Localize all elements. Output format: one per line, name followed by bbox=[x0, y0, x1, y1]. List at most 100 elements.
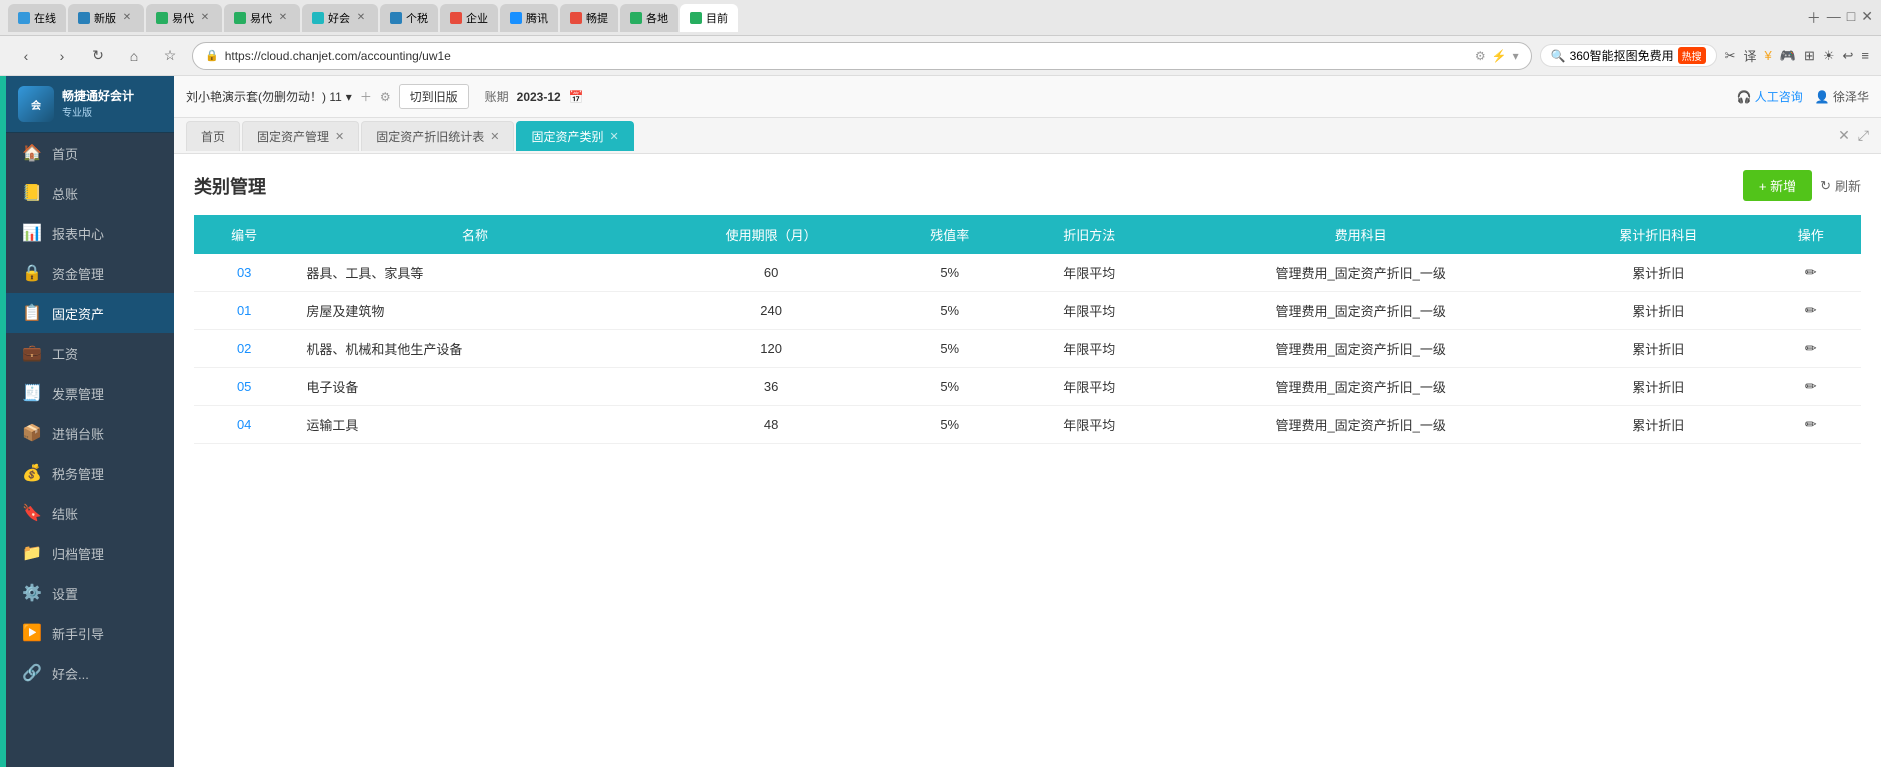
user-info[interactable]: 刘小艳演示套(勿删勿动！) 11 ▾ bbox=[186, 88, 352, 105]
row-expense: 管理费用_固定资产折旧_一级 bbox=[1166, 292, 1556, 330]
sidebar-item-fixed-assets[interactable]: 📋 固定资产 bbox=[6, 293, 174, 333]
user-avatar[interactable]: 👤 徐泽华 bbox=[1815, 88, 1869, 105]
tab-close-icon[interactable]: ✕ bbox=[120, 11, 134, 25]
tab-label: 易代 bbox=[172, 10, 194, 26]
refresh-button[interactable]: ↻ 刷新 bbox=[1820, 176, 1861, 195]
page-tab-固定资产管理[interactable]: 固定资产管理✕ bbox=[242, 121, 359, 151]
row-accum: 累计折旧 bbox=[1556, 292, 1761, 330]
browser-tab-目前[interactable]: 目前 bbox=[680, 4, 738, 32]
logo-name: 畅捷通好会计 bbox=[62, 89, 134, 105]
browser-tab-各地[interactable]: 各地 bbox=[620, 4, 678, 32]
reload-btn[interactable]: ↻ bbox=[84, 42, 112, 70]
close-btn[interactable]: ✕ bbox=[1861, 8, 1873, 28]
sidebar-item-home[interactable]: 🏠 首页 bbox=[6, 133, 174, 173]
sidebar-item-report[interactable]: 📊 报表中心 bbox=[6, 213, 174, 253]
row-months: 240 bbox=[656, 292, 887, 330]
topbar-right: 🎧 人工咨询 👤 徐泽华 bbox=[1737, 88, 1869, 105]
funds-icon: 🔒 bbox=[22, 263, 42, 283]
browser-tab-企业[interactable]: 企业 bbox=[440, 4, 498, 32]
scissors-icon[interactable]: ✂ bbox=[1725, 48, 1736, 64]
add-button[interactable]: + 新增 bbox=[1743, 170, 1812, 201]
page-tab-close-icon[interactable]: ✕ bbox=[610, 130, 619, 143]
tab-label: 企业 bbox=[466, 10, 488, 26]
add-account-btn[interactable]: ＋ bbox=[360, 88, 372, 105]
sidebar-item-inventory[interactable]: 📦 进销台账 bbox=[6, 413, 174, 453]
tax-icon: 💰 bbox=[22, 463, 42, 483]
row-accum: 累计折旧 bbox=[1556, 406, 1761, 444]
sidebar-label-inventory: 进销台账 bbox=[52, 424, 104, 443]
tab-label: 新版 bbox=[94, 10, 116, 26]
back-btn[interactable]: ‹ bbox=[12, 42, 40, 70]
edit-btn[interactable]: ✏ bbox=[1761, 292, 1861, 330]
wallet-icon[interactable]: ¥ bbox=[1765, 48, 1772, 63]
row-id: 04 bbox=[194, 406, 294, 444]
address-bar[interactable]: 🔒 https://cloud.chanjet.com/accounting/u… bbox=[192, 42, 1532, 70]
sidebar-item-salary[interactable]: 💼 工资 bbox=[6, 333, 174, 373]
sidebar-label-report: 报表中心 bbox=[52, 224, 104, 243]
browser-tab-畅提[interactable]: 畅提 bbox=[560, 4, 618, 32]
game-icon[interactable]: 🎮 bbox=[1780, 48, 1796, 64]
page-tab-close-icon[interactable]: ✕ bbox=[335, 130, 344, 143]
forward-btn[interactable]: › bbox=[48, 42, 76, 70]
switch-version-btn[interactable]: 切到旧版 bbox=[399, 84, 469, 109]
tab-close-icon[interactable]: ✕ bbox=[198, 11, 212, 25]
browser-tab-易代[interactable]: 易代 ✕ bbox=[146, 4, 222, 32]
tab-label: 在线 bbox=[34, 10, 56, 26]
tab-label: 各地 bbox=[646, 10, 668, 26]
translate-icon[interactable]: 译 bbox=[1744, 46, 1757, 65]
sidebar-item-more[interactable]: 🔗 好会... bbox=[6, 653, 174, 693]
sidebar: 会 畅捷通好会计 专业版 🏠 首页📒 总账📊 报表中心🔒 资金管理📋 固定资产💼… bbox=[6, 76, 174, 767]
tab-label: 易代 bbox=[250, 10, 272, 26]
close-page-btn[interactable]: ✕ bbox=[1838, 127, 1850, 144]
settings-icon[interactable]: ⚙ bbox=[380, 90, 391, 104]
browser-tab-腾讯[interactable]: 腾讯 bbox=[500, 4, 558, 32]
sidebar-item-guide[interactable]: ▶️ 新手引导 bbox=[6, 613, 174, 653]
col-header-累计折旧科目: 累计折旧科目 bbox=[1556, 215, 1761, 254]
sidebar-item-archive[interactable]: 📁 归档管理 bbox=[6, 533, 174, 573]
tab-close-icon[interactable]: ✕ bbox=[354, 11, 368, 25]
sidebar-label-settings: 设置 bbox=[52, 584, 78, 603]
period-label: 账期 bbox=[485, 88, 509, 105]
edit-btn[interactable]: ✏ bbox=[1761, 330, 1861, 368]
page-tab-固定资产类别[interactable]: 固定资产类别✕ bbox=[516, 121, 633, 151]
expand-page-btn[interactable]: ⤢ bbox=[1858, 127, 1869, 144]
menu-icon[interactable]: ≡ bbox=[1861, 48, 1869, 63]
page-tab-固定资产折旧统计表[interactable]: 固定资产折旧统计表✕ bbox=[361, 121, 514, 151]
edit-btn[interactable]: ✏ bbox=[1761, 254, 1861, 292]
col-header-使用期限（月）: 使用期限（月） bbox=[656, 215, 887, 254]
history-icon[interactable]: ↩ bbox=[1843, 48, 1854, 64]
grid-icon[interactable]: ⊞ bbox=[1804, 48, 1815, 64]
sidebar-item-funds[interactable]: 🔒 资金管理 bbox=[6, 253, 174, 293]
sidebar-item-settings[interactable]: ⚙️ 设置 bbox=[6, 573, 174, 613]
browser-tab-易代[interactable]: 易代 ✕ bbox=[224, 4, 300, 32]
home-btn[interactable]: ⌂ bbox=[120, 42, 148, 70]
search-bar[interactable]: 🔍 360智能抠图免费用 热搜 bbox=[1540, 44, 1717, 67]
new-tab-btn[interactable]: ＋ bbox=[1807, 8, 1821, 28]
tab-label: 腾讯 bbox=[526, 10, 548, 26]
brightness-icon[interactable]: ☀ bbox=[1823, 48, 1835, 64]
tab-close-icon[interactable]: ✕ bbox=[276, 11, 290, 25]
calendar-icon[interactable]: 📅 bbox=[569, 90, 584, 104]
edit-btn[interactable]: ✏ bbox=[1761, 368, 1861, 406]
row-expense: 管理费用_固定资产折旧_一级 bbox=[1166, 406, 1556, 444]
minimize-btn[interactable]: — bbox=[1827, 8, 1841, 28]
sidebar-item-checkout[interactable]: 🔖 结账 bbox=[6, 493, 174, 533]
address-text: https://cloud.chanjet.com/accounting/uw1… bbox=[225, 49, 1469, 63]
bookmark-btn[interactable]: ☆ bbox=[156, 42, 184, 70]
browser-tab-在线[interactable]: 在线 bbox=[8, 4, 66, 32]
service-btn[interactable]: 🎧 人工咨询 bbox=[1737, 88, 1803, 105]
sidebar-item-invoice[interactable]: 🧾 发票管理 bbox=[6, 373, 174, 413]
sidebar-item-ledger[interactable]: 📒 总账 bbox=[6, 173, 174, 213]
browser-tab-bar: 在线 新版 ✕ 易代 ✕ 易代 ✕ 好会✕ 个税 企业 腾讯 畅提 各地 目前 ＋ —… bbox=[0, 0, 1881, 36]
sidebar-item-tax[interactable]: 💰 税务管理 bbox=[6, 453, 174, 493]
sidebar-label-tax: 税务管理 bbox=[52, 464, 104, 483]
edit-btn[interactable]: ✏ bbox=[1761, 406, 1861, 444]
page-tab-首页[interactable]: 首页 bbox=[186, 121, 240, 151]
browser-tab-个税[interactable]: 个税 bbox=[380, 4, 438, 32]
salary-icon: 💼 bbox=[22, 343, 42, 363]
sidebar-logo: 会 畅捷通好会计 专业版 bbox=[6, 76, 174, 133]
maximize-btn[interactable]: □ bbox=[1847, 8, 1855, 28]
browser-tab-新版[interactable]: 新版 ✕ bbox=[68, 4, 144, 32]
browser-tab-好会[interactable]: 好会✕ bbox=[302, 4, 378, 32]
page-tab-close-icon[interactable]: ✕ bbox=[490, 130, 499, 143]
